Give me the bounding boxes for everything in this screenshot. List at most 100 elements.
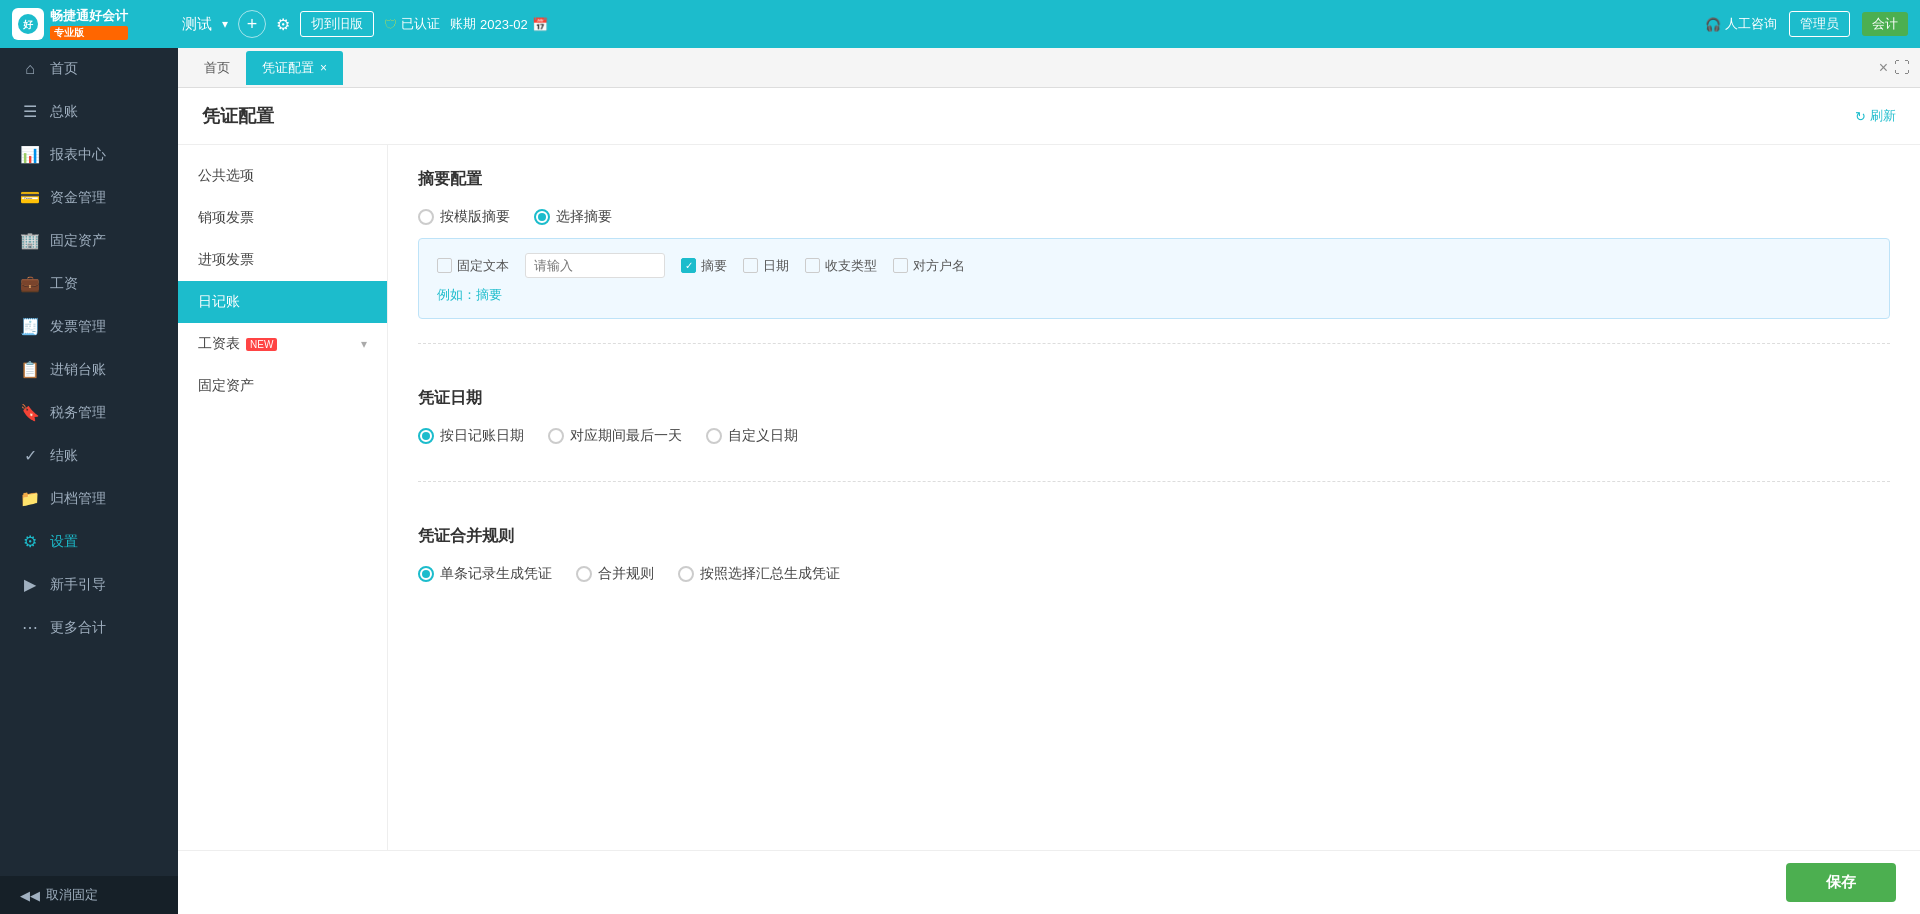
add-button[interactable]: + bbox=[238, 10, 266, 38]
pin-icon: ◀◀ bbox=[20, 888, 40, 903]
sidebar-item-assets[interactable]: 🏢 固定资产 bbox=[0, 219, 178, 262]
logo-text: 畅捷通好会计 专业版 bbox=[50, 8, 128, 40]
radio-template-label: 按模版摘要 bbox=[440, 208, 510, 226]
accountant-button[interactable]: 会计 bbox=[1862, 12, 1908, 36]
tab-close-button[interactable]: × bbox=[1879, 59, 1888, 77]
sidebar-item-invoice[interactable]: 🧾 发票管理 bbox=[0, 305, 178, 348]
sidebar-bottom: ◀◀ 取消固定 bbox=[0, 876, 178, 914]
last-day-label: 对应期间最后一天 bbox=[570, 427, 682, 445]
radio-custom-date[interactable]: 自定义日期 bbox=[706, 427, 798, 445]
consult-button[interactable]: 🎧 人工咨询 bbox=[1705, 15, 1777, 33]
counterparty-checkbox bbox=[893, 258, 908, 273]
left-nav-public[interactable]: 公共选项 bbox=[178, 155, 387, 197]
by-date-circle bbox=[418, 428, 434, 444]
checkbox-summary[interactable]: ✓ 摘要 bbox=[681, 257, 727, 275]
radio-select-label: 选择摘要 bbox=[556, 208, 612, 226]
left-nav-journal[interactable]: 日记账 bbox=[178, 281, 387, 323]
sidebar-item-settings[interactable]: ⚙ 设置 bbox=[0, 520, 178, 563]
sidebar-item-ledger[interactable]: ☰ 总账 bbox=[0, 90, 178, 133]
left-nav-fixed-assets[interactable]: 固定资产 bbox=[178, 365, 387, 407]
sidebar-item-guide[interactable]: ▶ 新手引导 bbox=[0, 563, 178, 606]
tax-icon: 🔖 bbox=[20, 403, 40, 422]
sidebar-item-reports[interactable]: 📊 报表中心 bbox=[0, 133, 178, 176]
summary-checkbox: ✓ bbox=[681, 258, 696, 273]
left-nav-purchase-invoice[interactable]: 进项发票 bbox=[178, 239, 387, 281]
sidebar-item-archive[interactable]: 📁 归档管理 bbox=[0, 477, 178, 520]
radio-merge[interactable]: 合并规则 bbox=[576, 565, 654, 583]
radio-template-circle bbox=[418, 209, 434, 225]
left-nav-journal-label: 日记账 bbox=[198, 293, 240, 309]
cancel-fixed-button[interactable]: ◀◀ 取消固定 bbox=[0, 876, 178, 914]
tab-expand-button[interactable]: ⛶ bbox=[1894, 59, 1910, 77]
radio-last-day[interactable]: 对应期间最后一天 bbox=[548, 427, 682, 445]
fixed-text-input[interactable] bbox=[525, 253, 665, 278]
sidebar-item-close[interactable]: ✓ 结账 bbox=[0, 434, 178, 477]
refresh-button[interactable]: ↻ 刷新 bbox=[1855, 107, 1896, 125]
topbar-middle: 测试 ▾ + ⚙ 切到旧版 🛡 已认证 账期 2023-02 📅 bbox=[182, 10, 1705, 38]
left-nav-payroll[interactable]: 工资表 NEW ▾ bbox=[178, 323, 387, 365]
by-date-dot bbox=[422, 432, 430, 440]
admin-button[interactable]: 管理员 bbox=[1789, 11, 1850, 37]
tab-home-label: 首页 bbox=[204, 60, 230, 75]
sidebar-item-tax[interactable]: 🔖 税务管理 bbox=[0, 391, 178, 434]
content-area: 首页 凭证配置 × × ⛶ 凭证配置 ↻ 刷新 公共选项 bbox=[178, 48, 1920, 914]
section-voucher-date: 凭证日期 按日记账日期 对应期间最后一天 bbox=[418, 368, 1890, 482]
sidebar-item-wages[interactable]: 💼 工资 bbox=[0, 262, 178, 305]
page-header: 凭证配置 ↻ 刷新 bbox=[178, 88, 1920, 145]
sidebar-label-tax: 税务管理 bbox=[50, 404, 106, 422]
radio-by-date[interactable]: 按日记账日期 bbox=[418, 427, 524, 445]
checkbox-date[interactable]: 日期 bbox=[743, 257, 789, 275]
left-nav-sales[interactable]: 销项发票 bbox=[178, 197, 387, 239]
sidebar-item-purchase[interactable]: 📋 进销台账 bbox=[0, 348, 178, 391]
tab-close-icon[interactable]: × bbox=[320, 61, 327, 75]
topbar: 好 畅捷通好会计 专业版 测试 ▾ + ⚙ 切到旧版 🛡 已认证 账期 2023… bbox=[0, 0, 1920, 48]
close-period-icon: ✓ bbox=[20, 446, 40, 465]
by-select-label: 按照选择汇总生成凭证 bbox=[700, 565, 840, 583]
single-label: 单条记录生成凭证 bbox=[440, 565, 552, 583]
refresh-icon: ↻ bbox=[1855, 109, 1866, 124]
sidebar-item-more[interactable]: ⋯ 更多合计 bbox=[0, 606, 178, 649]
summary-radio-group: 按模版摘要 选择摘要 bbox=[418, 208, 1890, 226]
save-bar: 保存 bbox=[178, 850, 1920, 914]
left-nav-sales-label: 销项发票 bbox=[198, 209, 254, 225]
verified-status: 🛡 已认证 bbox=[384, 15, 440, 33]
refresh-label: 刷新 bbox=[1870, 107, 1896, 125]
old-version-button[interactable]: 切到旧版 bbox=[300, 11, 374, 37]
calendar-icon[interactable]: 📅 bbox=[532, 17, 548, 32]
custom-date-circle bbox=[706, 428, 722, 444]
section-merge-rule: 凭证合并规则 单条记录生成凭证 合并规则 bbox=[418, 506, 1890, 619]
tab-voucher-config[interactable]: 凭证配置 × bbox=[246, 51, 343, 85]
company-name: 测试 bbox=[182, 15, 212, 34]
counterparty-label: 对方户名 bbox=[913, 257, 965, 275]
summary-section-title: 摘要配置 bbox=[418, 169, 1890, 190]
radio-select-summary[interactable]: 选择摘要 bbox=[534, 208, 612, 226]
logo: 好 畅捷通好会计 专业版 bbox=[12, 8, 182, 40]
sidebar-label-more: 更多合计 bbox=[50, 619, 106, 637]
sidebar-label-home: 首页 bbox=[50, 60, 78, 78]
ledger-icon: ☰ bbox=[20, 102, 40, 121]
sidebar-label-ledger: 总账 bbox=[50, 103, 78, 121]
checkbox-fixed-text[interactable]: 固定文本 bbox=[437, 257, 509, 275]
sidebar-item-funds[interactable]: 💳 资金管理 bbox=[0, 176, 178, 219]
main-layout: ⌂ 首页 ☰ 总账 📊 报表中心 💳 资金管理 🏢 固定资产 💼 工资 🧾 发票… bbox=[0, 48, 1920, 914]
save-button[interactable]: 保存 bbox=[1786, 863, 1896, 902]
radio-template-summary[interactable]: 按模版摘要 bbox=[418, 208, 510, 226]
checkbox-income-type[interactable]: 收支类型 bbox=[805, 257, 877, 275]
sidebar-item-home[interactable]: ⌂ 首页 bbox=[0, 48, 178, 90]
sidebar-label-guide: 新手引导 bbox=[50, 576, 106, 594]
voucher-date-title: 凭证日期 bbox=[418, 388, 1890, 409]
radio-single[interactable]: 单条记录生成凭证 bbox=[418, 565, 552, 583]
radio-by-select[interactable]: 按照选择汇总生成凭证 bbox=[678, 565, 840, 583]
reports-icon: 📊 bbox=[20, 145, 40, 164]
settings-icon[interactable]: ⚙ bbox=[276, 15, 290, 34]
merge-rule-title: 凭证合并规则 bbox=[418, 526, 1890, 547]
sidebar-label-settings: 设置 bbox=[50, 533, 78, 551]
logo-title: 畅捷通好会计 bbox=[50, 8, 128, 24]
company-dropdown-icon[interactable]: ▾ bbox=[222, 17, 228, 31]
single-circle bbox=[418, 566, 434, 582]
period-info: 账期 2023-02 📅 bbox=[450, 15, 548, 33]
home-icon: ⌂ bbox=[20, 60, 40, 78]
checkbox-counterparty[interactable]: 对方户名 bbox=[893, 257, 965, 275]
sidebar-label-purchase: 进销台账 bbox=[50, 361, 106, 379]
tab-home[interactable]: 首页 bbox=[188, 51, 246, 85]
